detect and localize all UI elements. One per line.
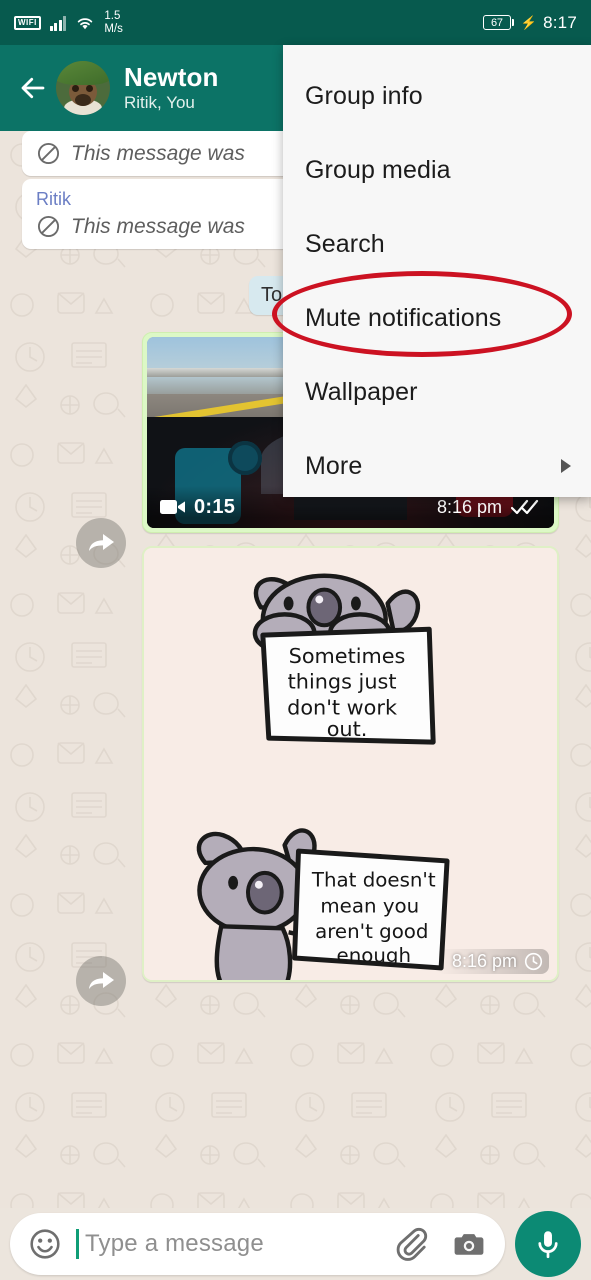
svg-text:Sometimes: Sometimes	[289, 644, 406, 668]
koala-cartoon-image: Sometimes things just don't work out. Th…	[144, 548, 557, 980]
blocked-icon	[37, 215, 60, 238]
list-item[interactable]: Sometimes things just don't work out. Th…	[142, 546, 559, 982]
status-bar-time: 8:17	[543, 12, 577, 32]
whatsapp-chat-screen: WIFI 1.5 M/s 67 ⚡ 8:17 Newton Ritik, You…	[0, 0, 591, 1280]
microphone-icon[interactable]	[515, 1211, 581, 1277]
avatar[interactable]	[56, 61, 110, 115]
camera-icon[interactable]	[451, 1226, 487, 1262]
svg-text:mean you: mean you	[320, 894, 419, 917]
deleted-message-text: This message was	[71, 214, 245, 238]
menu-item-search[interactable]: Search	[283, 207, 591, 281]
network-speed-value: 1.5	[104, 10, 121, 23]
svg-text:That doesn't: That doesn't	[311, 869, 436, 892]
pending-clock-icon	[524, 952, 543, 971]
page-title: Newton	[124, 62, 219, 93]
svg-text:things just: things just	[288, 670, 397, 694]
paperclip-icon[interactable]	[393, 1226, 429, 1262]
blocked-icon	[37, 142, 60, 165]
search-input[interactable]: Type a message	[85, 1230, 393, 1258]
svg-text:aren't good: aren't good	[315, 920, 428, 943]
menu-item-mute-notifications[interactable]: Mute notifications	[283, 281, 591, 355]
menu-item-group-info[interactable]: Group info	[283, 59, 591, 133]
back-arrow-icon[interactable]	[12, 67, 54, 109]
battery-icon: 67	[482, 15, 514, 30]
charging-bolt-icon: ⚡	[520, 15, 538, 30]
menu-item-label: More	[305, 451, 363, 480]
menu-item-group-media[interactable]: Group media	[283, 133, 591, 207]
signal-bars-icon	[49, 15, 67, 31]
video-duration: 0:15	[194, 495, 236, 518]
deleted-message-text: This message was	[71, 141, 245, 165]
menu-item-label: Group media	[305, 155, 451, 184]
wifi-icon	[78, 17, 93, 29]
text-cursor	[76, 1229, 79, 1259]
overflow-menu[interactable]: Group info Group media Search Mute notif…	[283, 45, 591, 497]
menu-item-label: Group info	[305, 81, 423, 110]
header-text[interactable]: Newton Ritik, You	[124, 63, 218, 112]
menu-item-label: Search	[305, 229, 385, 258]
network-speed-unit: M/s	[104, 22, 123, 35]
message-composer: Type a message	[0, 1208, 591, 1280]
wifi-label-icon: WIFI	[14, 15, 41, 30]
video-camera-icon	[160, 500, 185, 514]
message-meta: 8:16 pm	[435, 949, 549, 974]
svg-text:out.: out.	[327, 717, 368, 741]
status-bar-right: 67 ⚡ 8:17	[482, 12, 577, 33]
svg-text:don't work: don't work	[287, 695, 397, 719]
group-participants: Ritik, You	[124, 93, 195, 113]
battery-percent: 67	[491, 16, 503, 29]
message-timestamp: 8:16 pm	[451, 951, 517, 971]
menu-item-wallpaper[interactable]: Wallpaper	[283, 355, 591, 429]
forward-icon[interactable]	[76, 956, 126, 1006]
status-bar-left: WIFI 1.5 M/s	[14, 10, 123, 35]
network-speed: 1.5 M/s	[104, 10, 123, 34]
svg-text:enough: enough	[337, 944, 412, 967]
menu-item-label: Mute notifications	[305, 303, 502, 332]
emoji-smiley-icon[interactable]	[28, 1227, 62, 1261]
status-bar: WIFI 1.5 M/s 67 ⚡ 8:17	[0, 0, 591, 45]
menu-item-label: Wallpaper	[305, 377, 418, 406]
menu-item-more[interactable]: More	[283, 429, 591, 503]
forward-icon[interactable]	[76, 518, 126, 568]
chevron-right-icon	[561, 459, 571, 473]
message-input-container[interactable]: Type a message	[10, 1213, 505, 1275]
